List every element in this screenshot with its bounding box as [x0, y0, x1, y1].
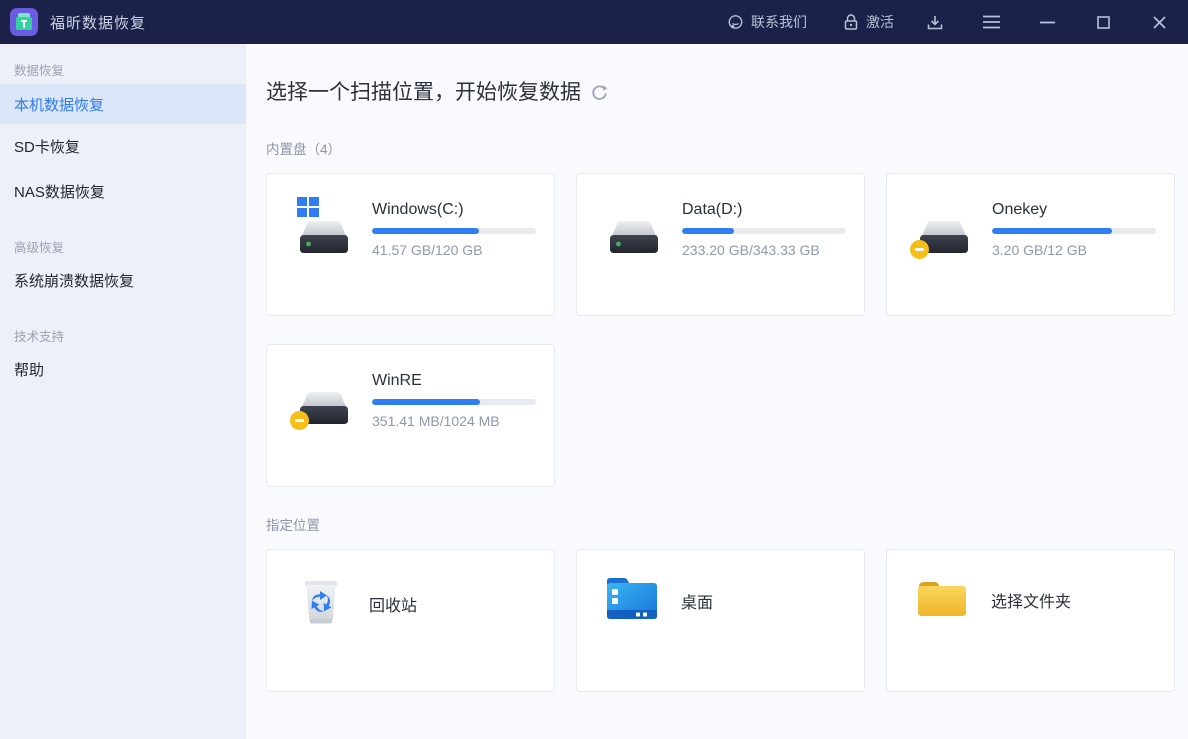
- drive-card-winre[interactable]: WinRE 351.41 MB/1024 MB: [266, 344, 555, 487]
- drive-capacity: 3.20 GB/12 GB: [992, 242, 1156, 258]
- drive-usage-bar: [682, 228, 846, 234]
- sidebar: 数据恢复 本机数据恢复 SD卡恢复 NAS数据恢复 高级恢复 系统崩溃数据恢复 …: [0, 44, 246, 739]
- sidebar-section-advanced-recovery: 高级恢复: [0, 234, 246, 258]
- sidebar-section-data-recovery: 数据恢复: [0, 57, 246, 81]
- close-button[interactable]: [1144, 0, 1174, 44]
- hidden-partition-badge-icon: [910, 240, 929, 259]
- main-content: 选择一个扫描位置，开始恢复数据 内置盘（4）: [246, 44, 1188, 739]
- drives-section-label: 内置盘（4）: [266, 138, 1188, 158]
- drive-capacity: 41.57 GB/120 GB: [372, 242, 536, 258]
- locations-section-label: 指定位置: [266, 514, 1188, 534]
- hidden-partition-badge-icon: [290, 411, 309, 430]
- sidebar-item-crash-recovery[interactable]: 系统崩溃数据恢复: [0, 258, 246, 303]
- sidebar-item-sd-card-recovery[interactable]: SD卡恢复: [0, 124, 246, 169]
- drive-card-windows-c[interactable]: Windows(C:) 41.57 GB/120 GB: [266, 173, 555, 316]
- drive-usage-bar: [372, 228, 536, 234]
- app-title: 福昕数据恢复: [50, 12, 146, 33]
- drive-usage-bar: [992, 228, 1156, 234]
- folder-icon: [917, 576, 967, 623]
- drive-capacity: 351.41 MB/1024 MB: [372, 413, 536, 429]
- drive-card-onekey[interactable]: Onekey 3.20 GB/12 GB: [886, 173, 1175, 316]
- contact-us-button[interactable]: 联系我们: [727, 12, 807, 32]
- location-label: 桌面: [681, 589, 713, 613]
- app-logo-icon: [10, 8, 38, 36]
- hard-drive-icon: [915, 199, 973, 257]
- sidebar-item-help[interactable]: 帮助: [0, 347, 246, 392]
- location-card-desktop[interactable]: 桌面: [576, 549, 865, 692]
- drive-name: Windows(C:): [372, 201, 536, 219]
- sidebar-item-local-recovery[interactable]: 本机数据恢复: [0, 84, 246, 124]
- location-label: 选择文件夹: [991, 588, 1071, 612]
- location-card-choose-folder[interactable]: 选择文件夹: [886, 549, 1175, 692]
- desktop-folder-icon: [607, 576, 657, 625]
- menu-button[interactable]: [976, 0, 1006, 44]
- drive-name: WinRE: [372, 372, 536, 390]
- lock-icon: [843, 13, 859, 31]
- page-title: 选择一个扫描位置，开始恢复数据: [266, 76, 581, 106]
- hard-drive-icon: [605, 199, 663, 257]
- recycle-bin-icon: [297, 576, 345, 631]
- contact-us-label: 联系我们: [751, 12, 807, 32]
- drive-capacity: 233.20 GB/343.33 GB: [682, 242, 846, 258]
- minimize-button[interactable]: [1032, 0, 1062, 44]
- hard-drive-icon: [295, 370, 353, 428]
- hard-drive-icon: [295, 199, 353, 257]
- headset-icon: [727, 14, 744, 31]
- sidebar-item-nas-recovery[interactable]: NAS数据恢复: [0, 169, 246, 214]
- location-card-recycle-bin[interactable]: 回收站: [266, 549, 555, 692]
- drives-grid: Windows(C:) 41.57 GB/120 GB Data(D:): [266, 173, 1188, 487]
- sidebar-section-support: 技术支持: [0, 323, 246, 347]
- maximize-button[interactable]: [1088, 0, 1118, 44]
- titlebar: 福昕数据恢复 联系我们 激活: [0, 0, 1188, 44]
- activate-button[interactable]: 激活: [843, 12, 894, 32]
- drive-card-data-d[interactable]: Data(D:) 233.20 GB/343.33 GB: [576, 173, 865, 316]
- download-button[interactable]: [920, 0, 950, 44]
- drive-name: Data(D:): [682, 201, 846, 219]
- drive-usage-bar: [372, 399, 536, 405]
- locations-grid: 回收站 桌面: [266, 549, 1188, 692]
- windows-logo-icon: [297, 197, 320, 218]
- location-label: 回收站: [369, 592, 417, 616]
- drive-name: Onekey: [992, 201, 1156, 219]
- activate-label: 激活: [866, 12, 894, 32]
- refresh-icon[interactable]: [591, 84, 608, 101]
